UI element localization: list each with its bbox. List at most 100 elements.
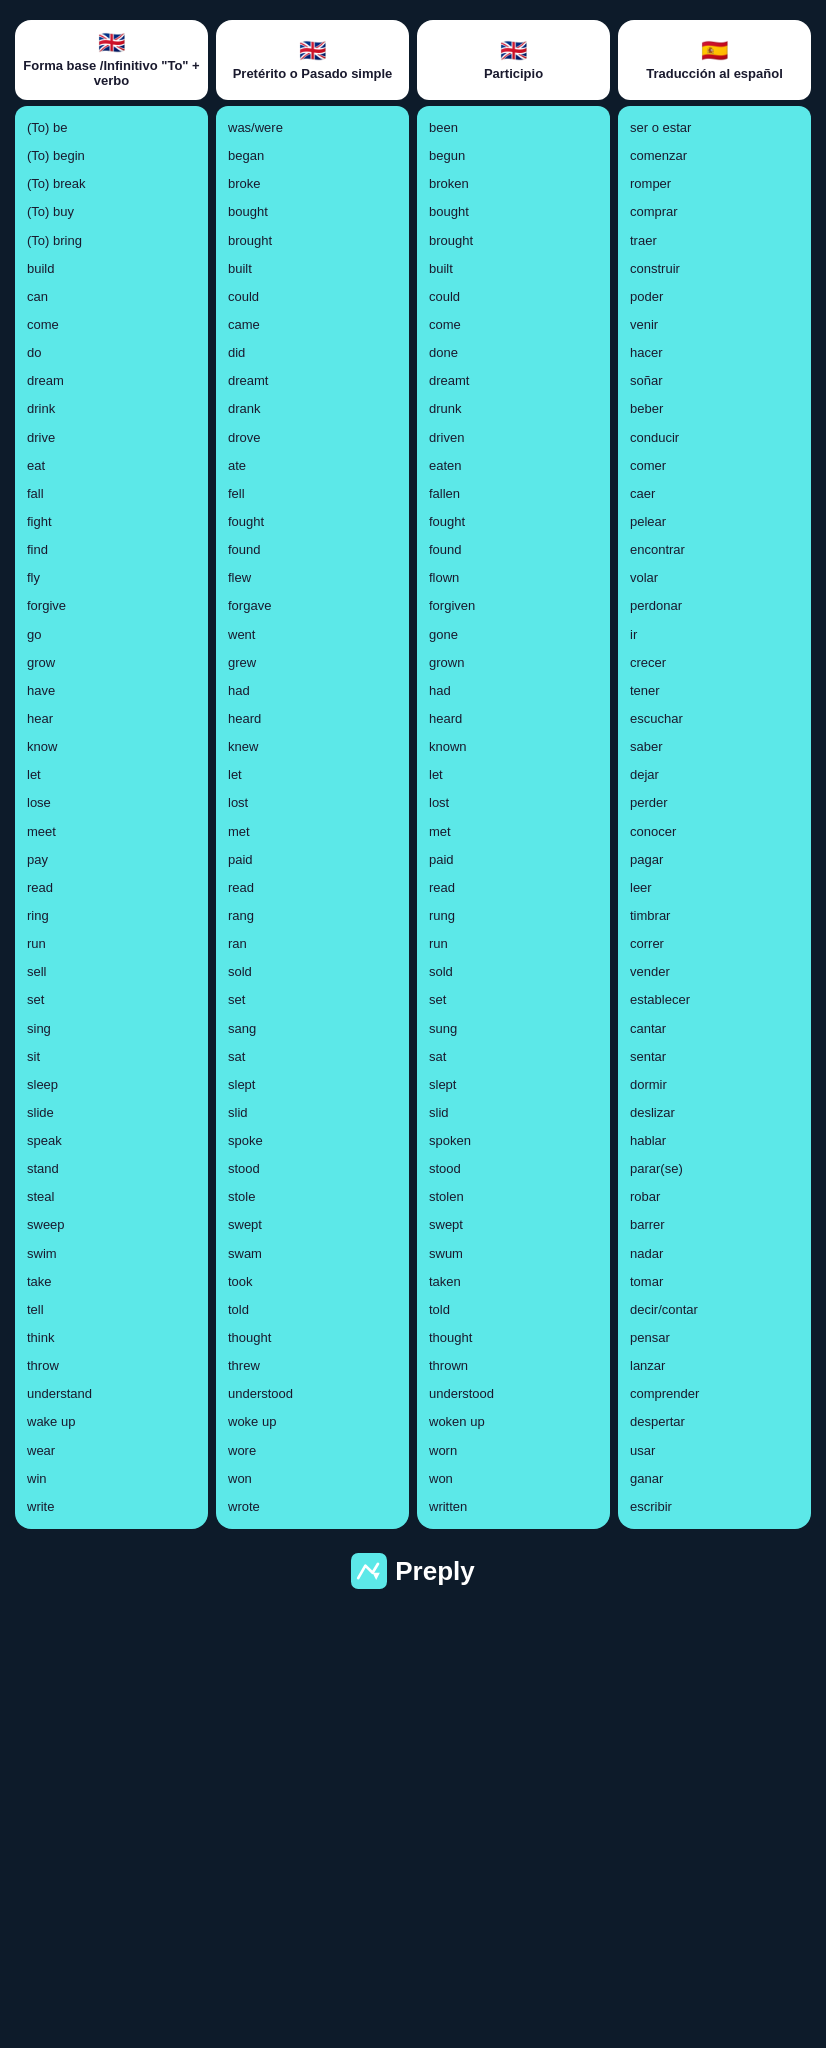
table-cell: flew xyxy=(222,564,403,592)
table-cell: drove xyxy=(222,424,403,452)
table-cell: beber xyxy=(624,395,805,423)
table-cell: grown xyxy=(423,649,604,677)
table-cell: wear xyxy=(21,1437,202,1465)
table-cell: stood xyxy=(423,1155,604,1183)
table-cell: fell xyxy=(222,480,403,508)
table-cell: escribir xyxy=(624,1493,805,1521)
table-cell: lost xyxy=(423,789,604,817)
table-cell: fought xyxy=(222,508,403,536)
table-cell: sang xyxy=(222,1015,403,1043)
table-cell: slept xyxy=(222,1071,403,1099)
table-cell: sung xyxy=(423,1015,604,1043)
table-cell: soñar xyxy=(624,367,805,395)
table-cell: bought xyxy=(423,198,604,226)
table-cell: met xyxy=(423,818,604,846)
table-cell: conducir xyxy=(624,424,805,452)
table-cell: paid xyxy=(423,846,604,874)
table-cell: could xyxy=(222,283,403,311)
column-header-base: 🇬🇧Forma base /Infinitivo "To" + verbo xyxy=(15,20,208,100)
table-cell: traer xyxy=(624,227,805,255)
table-cell: read xyxy=(423,874,604,902)
table-cell: lose xyxy=(21,789,202,817)
table-cell: can xyxy=(21,283,202,311)
table-cell: romper xyxy=(624,170,805,198)
table-cell: dejar xyxy=(624,761,805,789)
table-cell: sold xyxy=(222,958,403,986)
table-cell: met xyxy=(222,818,403,846)
table-cell: began xyxy=(222,142,403,170)
table-cell: slide xyxy=(21,1099,202,1127)
table-cell: let xyxy=(222,761,403,789)
table-cell: thought xyxy=(222,1324,403,1352)
table-cell: volar xyxy=(624,564,805,592)
table-cell: parar(se) xyxy=(624,1155,805,1183)
table-cell: worn xyxy=(423,1437,604,1465)
table-cell: perder xyxy=(624,789,805,817)
column-base: 🇬🇧Forma base /Infinitivo "To" + verbo (To… xyxy=(15,20,208,1529)
table-cell: told xyxy=(222,1296,403,1324)
table-cell: pensar xyxy=(624,1324,805,1352)
table-cell: grew xyxy=(222,649,403,677)
table-cell: could xyxy=(423,283,604,311)
table-cell: swept xyxy=(222,1211,403,1239)
table-cell: read xyxy=(222,874,403,902)
brand-name: Preply xyxy=(395,1556,475,1587)
table-cell: fought xyxy=(423,508,604,536)
table-cell: conocer xyxy=(624,818,805,846)
column-header-participle: 🇬🇧Participio xyxy=(417,20,610,100)
table-cell: stolen xyxy=(423,1183,604,1211)
table-cell: vender xyxy=(624,958,805,986)
table-cell: (To) begin xyxy=(21,142,202,170)
table-cell: cantar xyxy=(624,1015,805,1043)
table-cell: sold xyxy=(423,958,604,986)
table-cell: swam xyxy=(222,1240,403,1268)
table-cell: find xyxy=(21,536,202,564)
table-cell: crecer xyxy=(624,649,805,677)
table-cell: despertar xyxy=(624,1408,805,1436)
table-cell: tomar xyxy=(624,1268,805,1296)
table-cell: let xyxy=(21,761,202,789)
table-cell: dreamt xyxy=(222,367,403,395)
table-cell: brought xyxy=(222,227,403,255)
table-cell: wrote xyxy=(222,1493,403,1521)
table-cell: comprar xyxy=(624,198,805,226)
table-cell: perdonar xyxy=(624,592,805,620)
table-cell: sat xyxy=(423,1043,604,1071)
table-cell: slid xyxy=(423,1099,604,1127)
table-cell: thought xyxy=(423,1324,604,1352)
table-cell: drunk xyxy=(423,395,604,423)
column-preterite: 🇬🇧Pretérito o Pasado simplewas/werebegan… xyxy=(216,20,409,1529)
table-cell: comenzar xyxy=(624,142,805,170)
table-cell: ran xyxy=(222,930,403,958)
table-cell: bought xyxy=(222,198,403,226)
table-cell: sleep xyxy=(21,1071,202,1099)
table-cell: understood xyxy=(222,1380,403,1408)
table-cell: hear xyxy=(21,705,202,733)
table-cell: (To) be xyxy=(21,114,202,142)
table-cell: set xyxy=(423,986,604,1014)
table-cell: stood xyxy=(222,1155,403,1183)
table-cell: set xyxy=(21,986,202,1014)
verb-table: 🇬🇧Forma base /Infinitivo "To" + verbo (To… xyxy=(15,20,811,1529)
table-cell: saber xyxy=(624,733,805,761)
flag-spanish: 🇪🇸 xyxy=(701,40,728,62)
column-header-spanish: 🇪🇸Traducción al español xyxy=(618,20,811,100)
table-cell: tener xyxy=(624,677,805,705)
table-cell: build xyxy=(21,255,202,283)
table-cell: found xyxy=(423,536,604,564)
table-cell: set xyxy=(222,986,403,1014)
table-cell: spoke xyxy=(222,1127,403,1155)
table-cell: ate xyxy=(222,452,403,480)
table-cell: won xyxy=(222,1465,403,1493)
table-cell: spoken xyxy=(423,1127,604,1155)
table-cell: pay xyxy=(21,846,202,874)
table-cell: lanzar xyxy=(624,1352,805,1380)
table-cell: took xyxy=(222,1268,403,1296)
table-cell: deslizar xyxy=(624,1099,805,1127)
table-cell: fall xyxy=(21,480,202,508)
table-cell: do xyxy=(21,339,202,367)
logo: Preply xyxy=(351,1553,475,1589)
table-cell: came xyxy=(222,311,403,339)
table-cell: ring xyxy=(21,902,202,930)
table-cell: dreamt xyxy=(423,367,604,395)
